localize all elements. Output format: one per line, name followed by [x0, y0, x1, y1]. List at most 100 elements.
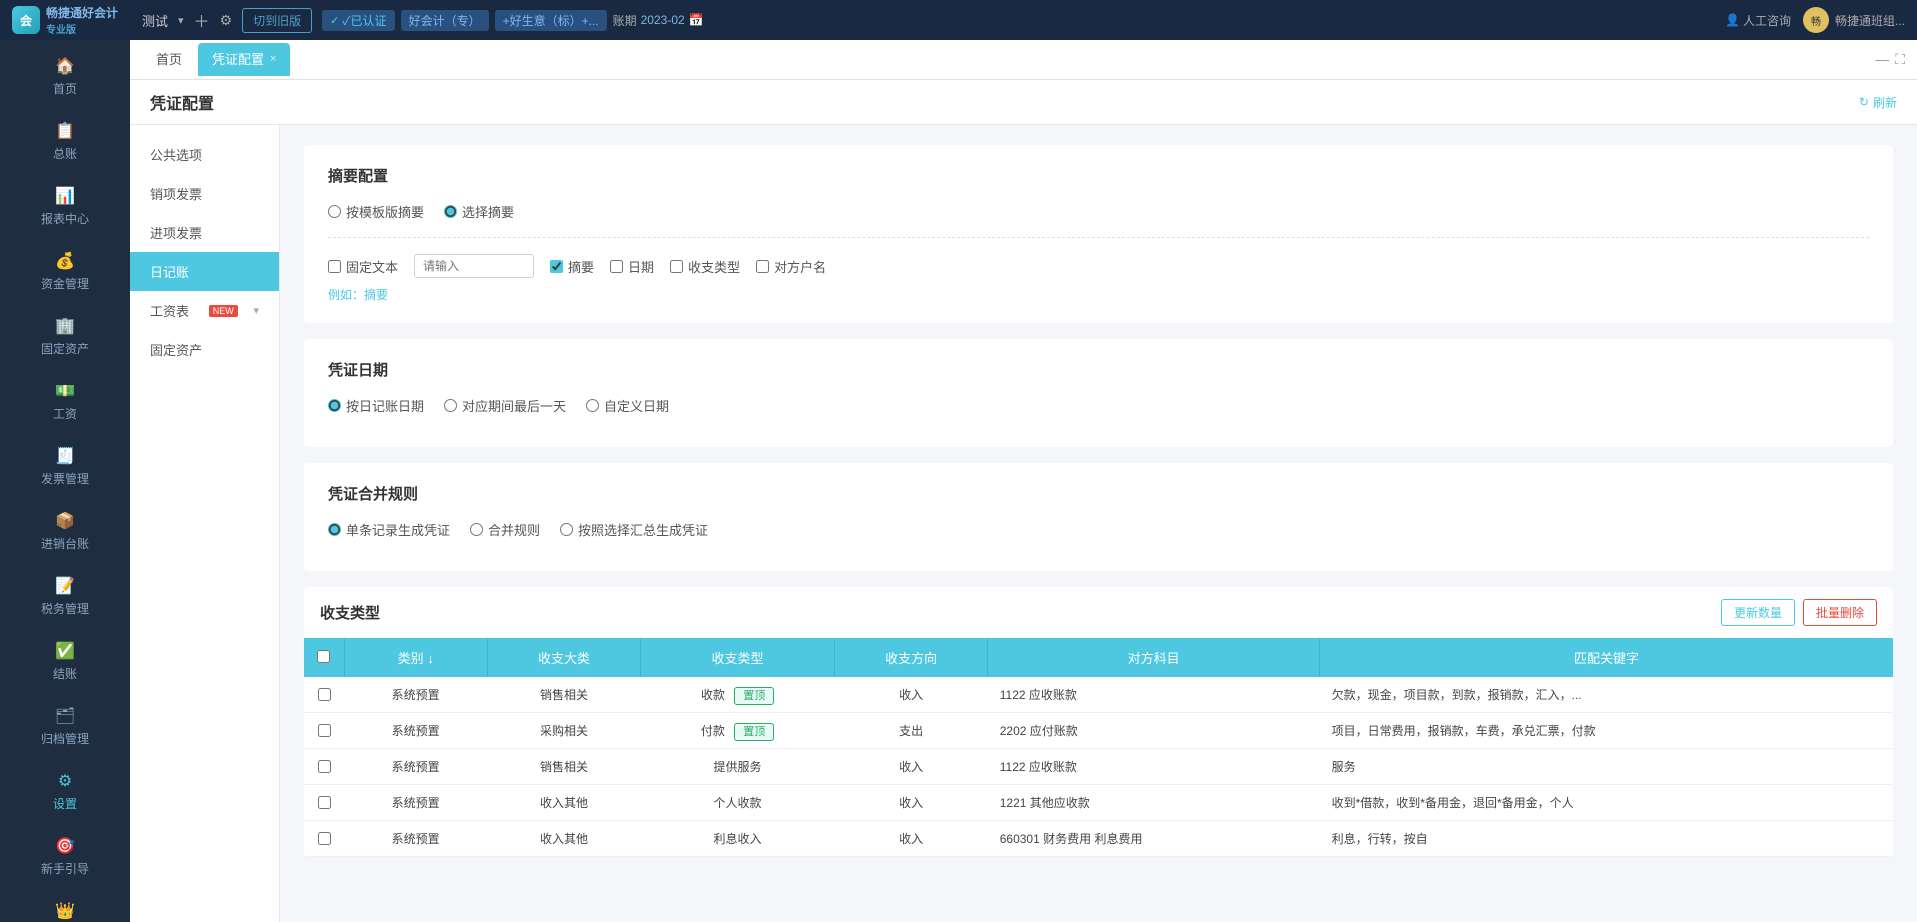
topbar: 会 畅捷通好会计 专业版 测试 ▾ ＋ ⚙ 切到旧版 ✓ ✓已认证 好会计（专）…: [0, 0, 1917, 40]
update-count-button[interactable]: 更新数量: [1721, 599, 1795, 626]
tab-minimize-icon[interactable]: —: [1875, 51, 1889, 68]
user-info: 畅 畅捷通班组...: [1803, 7, 1905, 33]
checkbox-date[interactable]: 日期: [610, 257, 654, 276]
td-major-3: 收入其他: [487, 785, 640, 821]
summary-radio-group: 按模板版摘要 选择摘要: [328, 202, 1869, 221]
sidebar-item-reports[interactable]: 📊 报表中心: [0, 174, 130, 239]
add-button[interactable]: ＋: [194, 8, 210, 32]
checkbox-income-type[interactable]: 收支类型: [670, 257, 740, 276]
row-checkbox-2[interactable]: [318, 760, 331, 773]
sidebar-item-tax[interactable]: 📝 税务管理: [0, 564, 130, 629]
td-account-0: 1122 应收账款: [988, 677, 1320, 713]
radio-single-record[interactable]: 单条记录生成凭证: [328, 520, 450, 539]
page-title: 凭证配置: [150, 90, 214, 114]
td-keywords-0: 欠款，现金，项目款，到款，报销款，汇入，...: [1320, 677, 1893, 713]
sidebar-item-close[interactable]: ✅ 结账: [0, 629, 130, 694]
radio-by-journal-date[interactable]: 按日记账日期: [328, 396, 424, 415]
brand-icon: 会: [12, 6, 40, 34]
sidebar-item-archive[interactable]: 🗂 归档管理: [0, 694, 130, 759]
radio-custom-date[interactable]: 自定义日期: [586, 396, 669, 415]
th-keyword: 匹配关键字: [1320, 638, 1893, 677]
refresh-button[interactable]: ↻ 刷新: [1859, 94, 1897, 111]
checkbox-counterparty[interactable]: 对方户名: [756, 257, 826, 276]
table-header-row: 收支类型 更新数量 批量删除: [304, 587, 1893, 638]
td-checkbox-0: [304, 677, 344, 713]
checkbox-row: 固定文本 摘要 日期 收支类型: [328, 254, 1869, 278]
fixed-text-input[interactable]: [414, 254, 534, 278]
user-name: 畅捷通班组...: [1835, 12, 1905, 29]
assets-icon: 🏢: [55, 316, 75, 336]
calendar-icon[interactable]: 📅: [689, 13, 704, 27]
td-keywords-3: 收到*借款，收到*备用金，退回*备用金，个人: [1320, 785, 1893, 821]
income-expense-section: 收支类型 更新数量 批量删除 类别 ↓: [304, 587, 1893, 857]
sidebar-item-fixed-assets[interactable]: 🏢 固定资产: [0, 304, 130, 369]
gear-icon[interactable]: ⚙: [220, 12, 233, 29]
row-checkbox-1[interactable]: [318, 724, 331, 737]
home-icon: 🏠: [55, 56, 75, 76]
radio-template-summary[interactable]: 按模板版摘要: [328, 202, 424, 221]
td-keywords-1: 项目，日常费用，报销款，车费，承兑汇票，付款: [1320, 713, 1893, 749]
left-nav-public[interactable]: 公共选项: [130, 135, 279, 174]
brand-text: 畅捷通好会计 专业版: [46, 4, 118, 36]
tab-home[interactable]: 首页: [142, 43, 196, 76]
left-nav-sales-invoice[interactable]: 销项发票: [130, 174, 279, 213]
checkbox-summary[interactable]: 摘要: [550, 257, 594, 276]
status-tag-0[interactable]: 置顶: [734, 687, 774, 705]
radio-select-summary[interactable]: 选择摘要: [444, 202, 514, 221]
radio-period-last-day[interactable]: 对应期间最后一天: [444, 396, 566, 415]
merge-rules-section: 凭证合并规则 单条记录生成凭证 合并规则 按照选择汇总生成凭证: [304, 463, 1893, 571]
left-nav-payroll[interactable]: 工资表 NEW ▾: [130, 291, 279, 330]
topbar-tags: ✓ ✓已认证 好会计（专） +好生意（标）+... 账期 2023-02 📅: [322, 10, 1715, 31]
sidebar-item-member[interactable]: 👑 畅会员: [0, 889, 130, 922]
tab-expand-icon[interactable]: ⛶: [1895, 51, 1905, 68]
td-checkbox-2: [304, 749, 344, 785]
sidebar-item-funds[interactable]: 💰 资金管理: [0, 239, 130, 304]
tax-icon: 📝: [55, 576, 75, 596]
sidebar-item-guide[interactable]: 🎯 新手引导: [0, 824, 130, 889]
left-nav: 公共选项 销项发票 进项发票 日记账 工资表 NEW ▾ 固定资产: [130, 125, 280, 922]
tab-voucher-config[interactable]: 凭证配置 ×: [198, 43, 290, 76]
sidebar-item-settings[interactable]: ⚙ 设置: [0, 759, 130, 824]
archive-icon: 🗂: [55, 706, 75, 726]
sidebar-item-home[interactable]: 🏠 首页: [0, 44, 130, 109]
sidebar-item-inventory[interactable]: 📦 进销台账: [0, 499, 130, 564]
avatar: 畅: [1803, 7, 1829, 33]
sidebar-item-invoice[interactable]: 🧾 发票管理: [0, 434, 130, 499]
td-keywords-2: 服务: [1320, 749, 1893, 785]
test-label: 测试: [142, 11, 168, 30]
checkbox-fixed-text[interactable]: 固定文本: [328, 257, 398, 276]
sidebar-item-ledger[interactable]: 📋 总账: [0, 109, 130, 174]
tab-close-icon[interactable]: ×: [270, 53, 276, 65]
table-row: 系统预置 收入其他 利息收入 收入 660301 财务费用 利息费用 利息，行转…: [304, 821, 1893, 857]
td-major-1: 采购相关: [487, 713, 640, 749]
td-keywords-4: 利息，行转，按自: [1320, 821, 1893, 857]
summary-section: 摘要配置 按模板版摘要 选择摘要: [304, 145, 1893, 323]
sidebar-item-salary[interactable]: 💵 工资: [0, 369, 130, 434]
radio-merge-rules[interactable]: 合并规则: [470, 520, 540, 539]
left-nav-journal[interactable]: 日记账: [130, 252, 279, 291]
left-nav-purchase-invoice[interactable]: 进项发票: [130, 213, 279, 252]
business-tag: +好生意（标）+...: [495, 10, 607, 31]
td-direction-3: 收入: [834, 785, 987, 821]
left-nav-fixed-assets[interactable]: 固定资产: [130, 330, 279, 369]
radio-by-selection[interactable]: 按照选择汇总生成凭证: [560, 520, 708, 539]
switch-version-button[interactable]: 切到旧版: [242, 8, 312, 33]
row-checkbox-0[interactable]: [318, 688, 331, 701]
td-checkbox-3: [304, 785, 344, 821]
status-tag-1[interactable]: 置顶: [734, 723, 774, 741]
td-account-3: 1221 其他应收款: [988, 785, 1320, 821]
td-category-0: 系统预置: [344, 677, 487, 713]
batch-delete-button[interactable]: 批量删除: [1803, 599, 1877, 626]
row-checkbox-3[interactable]: [318, 796, 331, 809]
th-account: 对方科目: [988, 638, 1320, 677]
td-major-0: 销售相关: [487, 677, 640, 713]
td-direction-0: 收入: [834, 677, 987, 713]
td-account-2: 1122 应收账款: [988, 749, 1320, 785]
row-checkbox-4[interactable]: [318, 832, 331, 845]
refresh-icon: ↻: [1859, 95, 1869, 109]
brand: 会 畅捷通好会计 专业版: [12, 4, 132, 36]
th-category: 类别 ↓: [344, 638, 487, 677]
select-all-checkbox[interactable]: [317, 650, 330, 663]
consult-label[interactable]: 👤 人工咨询: [1725, 12, 1791, 29]
test-dropdown[interactable]: ▾: [178, 14, 184, 27]
